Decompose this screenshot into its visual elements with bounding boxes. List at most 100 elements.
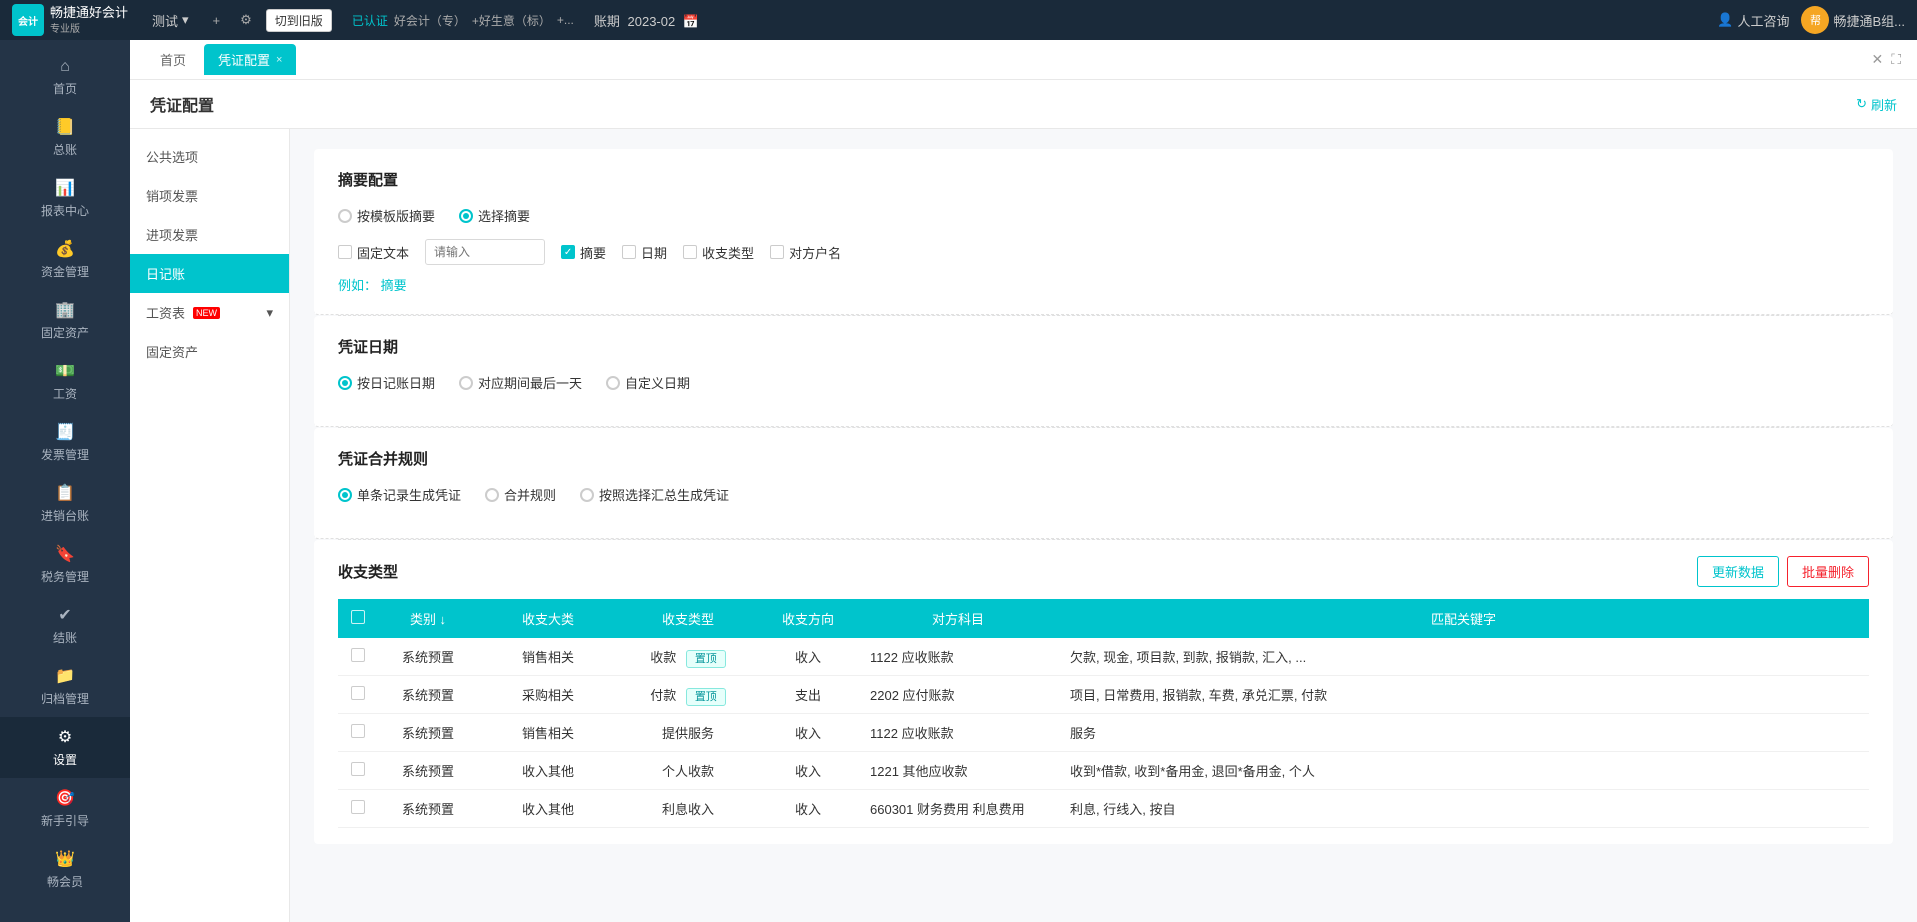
income-expense-table: 类别 ↓ 收支大类 收支类型 收支方向 对方科目 匹配关键字 [338, 599, 1869, 828]
user-menu[interactable]: 帮 畅捷通B组... [1801, 6, 1905, 34]
row-main-type-1: 采购相关 [478, 676, 618, 714]
row-checkbox-4[interactable] [338, 790, 378, 828]
row-category-0: 系统预置 [378, 638, 478, 676]
topbar-actions: + ⚙ 切到旧版 [207, 8, 332, 32]
sidebar-item-newbie[interactable]: 🎯 新手引导 [0, 778, 130, 839]
radio-aggregate[interactable]: 按照选择汇总生成凭证 [580, 485, 729, 504]
sidebar-item-archive[interactable]: 📁 归档管理 [0, 656, 130, 717]
radio-journal-date[interactable]: 按日记账日期 [338, 373, 435, 392]
ledger-icon: 📒 [55, 117, 75, 137]
left-nav-purchase-invoice[interactable]: 进项发票 [130, 215, 289, 254]
tab-voucher-config[interactable]: 凭证配置 × [204, 44, 296, 75]
sidebar-item-tax[interactable]: 🔖 税务管理 [0, 534, 130, 595]
add-button[interactable]: + [207, 9, 227, 32]
checkbox-summary[interactable]: ✓ 摘要 [561, 243, 606, 262]
switch-version-button[interactable]: 切到旧版 [266, 9, 332, 32]
row-direction-0: 收入 [758, 638, 858, 676]
certified-status: 已认证 [352, 12, 388, 29]
row-account-0: 1122 应收账款 [858, 638, 1058, 676]
th-main-type: 收支大类 [478, 599, 618, 638]
row-type-2: 提供服务 [618, 714, 758, 752]
left-nav-payroll-table[interactable]: 工资表 NEW ▾ [130, 293, 289, 332]
tab-bar: 首页 凭证配置 × ✕ ⛶ [130, 40, 1917, 80]
row-type-3: 个人收款 [618, 752, 758, 790]
type-tag-0[interactable]: 置顶 [686, 650, 726, 668]
row-keywords-0: 欠款, 现金, 项目款, 到款, 报销款, 汇入, ... [1058, 638, 1869, 676]
radio-custom-date[interactable]: 自定义日期 [606, 373, 690, 392]
sidebar-item-settle[interactable]: ✔ 结账 [0, 595, 130, 656]
row-checkbox-3[interactable] [338, 752, 378, 790]
left-nav-journal[interactable]: 日记账 [130, 254, 289, 293]
merge-rules-title: 凭证合并规则 [338, 448, 1869, 469]
th-category[interactable]: 类别 ↓ [378, 599, 478, 638]
row-direction-3: 收入 [758, 752, 858, 790]
th-checkbox[interactable] [338, 599, 378, 638]
summary-config-title: 摘要配置 [338, 169, 1869, 190]
main-layout: ⌂ 首页 📒 总账 📊 报表中心 💰 资金管理 🏢 固定资产 💵 工资 🧾 发票… [0, 40, 1917, 922]
page-title: 凭证配置 [150, 92, 214, 116]
chevron-right-icon: ▾ [266, 305, 273, 321]
page-content: 凭证配置 ↻ 刷新 公共选项 销项发票 进项发票 [130, 80, 1917, 922]
consult-button[interactable]: 👤 人工咨询 [1717, 11, 1789, 30]
row-account-1: 2202 应付账款 [858, 676, 1058, 714]
row-direction-4: 收入 [758, 790, 858, 828]
row-type-0: 收款 置顶 [618, 638, 758, 676]
company-selector[interactable]: 测试 ▾ [152, 11, 189, 30]
checkbox-type[interactable]: 收支类型 [683, 243, 754, 262]
sidebar-item-reports[interactable]: 📊 报表中心 [0, 168, 130, 229]
fixed-text-input[interactable] [425, 239, 545, 265]
left-nav: 公共选项 销项发票 进项发票 日记账 工资表 NEW [130, 129, 290, 922]
row-checkbox-1[interactable] [338, 676, 378, 714]
merge-rules-radio-group: 单条记录生成凭证 合并规则 按照选择汇总生成凭证 [338, 485, 1869, 504]
row-account-4: 660301 财务费用 利息费用 [858, 790, 1058, 828]
right-content: 摘要配置 按模板版摘要 选择摘要 [290, 129, 1917, 922]
checkbox-fixed-text[interactable]: 固定文本 [338, 243, 409, 262]
funds-icon: 💰 [55, 239, 75, 259]
sidebar-item-member[interactable]: 👑 畅会员 [0, 839, 130, 900]
row-checkbox-0[interactable] [338, 638, 378, 676]
radio-select-summary[interactable]: 选择摘要 [459, 206, 530, 225]
update-data-button[interactable]: 更新数据 [1697, 556, 1779, 587]
row-main-type-3: 收入其他 [478, 752, 618, 790]
radio-template-summary[interactable]: 按模板版摘要 [338, 206, 435, 225]
radio-single-record[interactable]: 单条记录生成凭证 [338, 485, 461, 504]
th-type: 收支类型 [618, 599, 758, 638]
settle-icon: ✔ [58, 605, 71, 625]
logo-sub: 专业版 [50, 20, 128, 35]
left-nav-fixed-assets[interactable]: 固定资产 [130, 332, 289, 371]
radio-period-last-day[interactable]: 对应期间最后一天 [459, 373, 582, 392]
period: 账期 2023-02 📅 [594, 11, 699, 30]
summary-config-section: 摘要配置 按模板版摘要 选择摘要 [314, 149, 1893, 315]
row-direction-1: 支出 [758, 676, 858, 714]
radio-merge-rule[interactable]: 合并规则 [485, 485, 556, 504]
tab-close-icon[interactable]: × [276, 54, 282, 66]
tax-icon: 🔖 [55, 544, 75, 564]
batch-delete-button[interactable]: 批量删除 [1787, 556, 1869, 587]
row-type-4: 利息收入 [618, 790, 758, 828]
sidebar-item-purchase-sales[interactable]: 📋 进销台账 [0, 473, 130, 534]
calendar-icon[interactable]: 📅 [683, 14, 699, 29]
sidebar-item-assets[interactable]: 🏢 固定资产 [0, 290, 130, 351]
sidebar-item-home[interactable]: ⌂ 首页 [0, 48, 130, 107]
sidebar-item-funds[interactable]: 💰 资金管理 [0, 229, 130, 290]
tab-expand-button[interactable]: ⛶ [1891, 51, 1901, 68]
voucher-date-section: 凭证日期 按日记账日期 对应期间最后一天 [314, 316, 1893, 427]
left-nav-public[interactable]: 公共选项 [130, 137, 289, 176]
sidebar-item-salary[interactable]: 💵 工资 [0, 351, 130, 412]
row-category-3: 系统预置 [378, 752, 478, 790]
type-tag-1[interactable]: 置顶 [686, 688, 726, 706]
checkbox-counterparty[interactable]: 对方户名 [770, 243, 841, 262]
refresh-button[interactable]: ↻ 刷新 [1856, 95, 1897, 114]
tab-close-button[interactable]: ✕ [1871, 51, 1883, 68]
checkbox-date[interactable]: 日期 [622, 243, 667, 262]
th-direction: 收支方向 [758, 599, 858, 638]
sidebar-item-ledger[interactable]: 📒 总账 [0, 107, 130, 168]
refresh-icon: ↻ [1856, 96, 1867, 112]
archive-icon: 📁 [55, 666, 75, 686]
settings-button[interactable]: ⚙ [234, 8, 258, 32]
tab-home[interactable]: 首页 [146, 44, 200, 75]
sidebar-item-settings[interactable]: ⚙ 设置 [0, 717, 130, 778]
sidebar-item-invoice-mgmt[interactable]: 🧾 发票管理 [0, 412, 130, 473]
left-nav-sales-invoice[interactable]: 销项发票 [130, 176, 289, 215]
row-checkbox-2[interactable] [338, 714, 378, 752]
